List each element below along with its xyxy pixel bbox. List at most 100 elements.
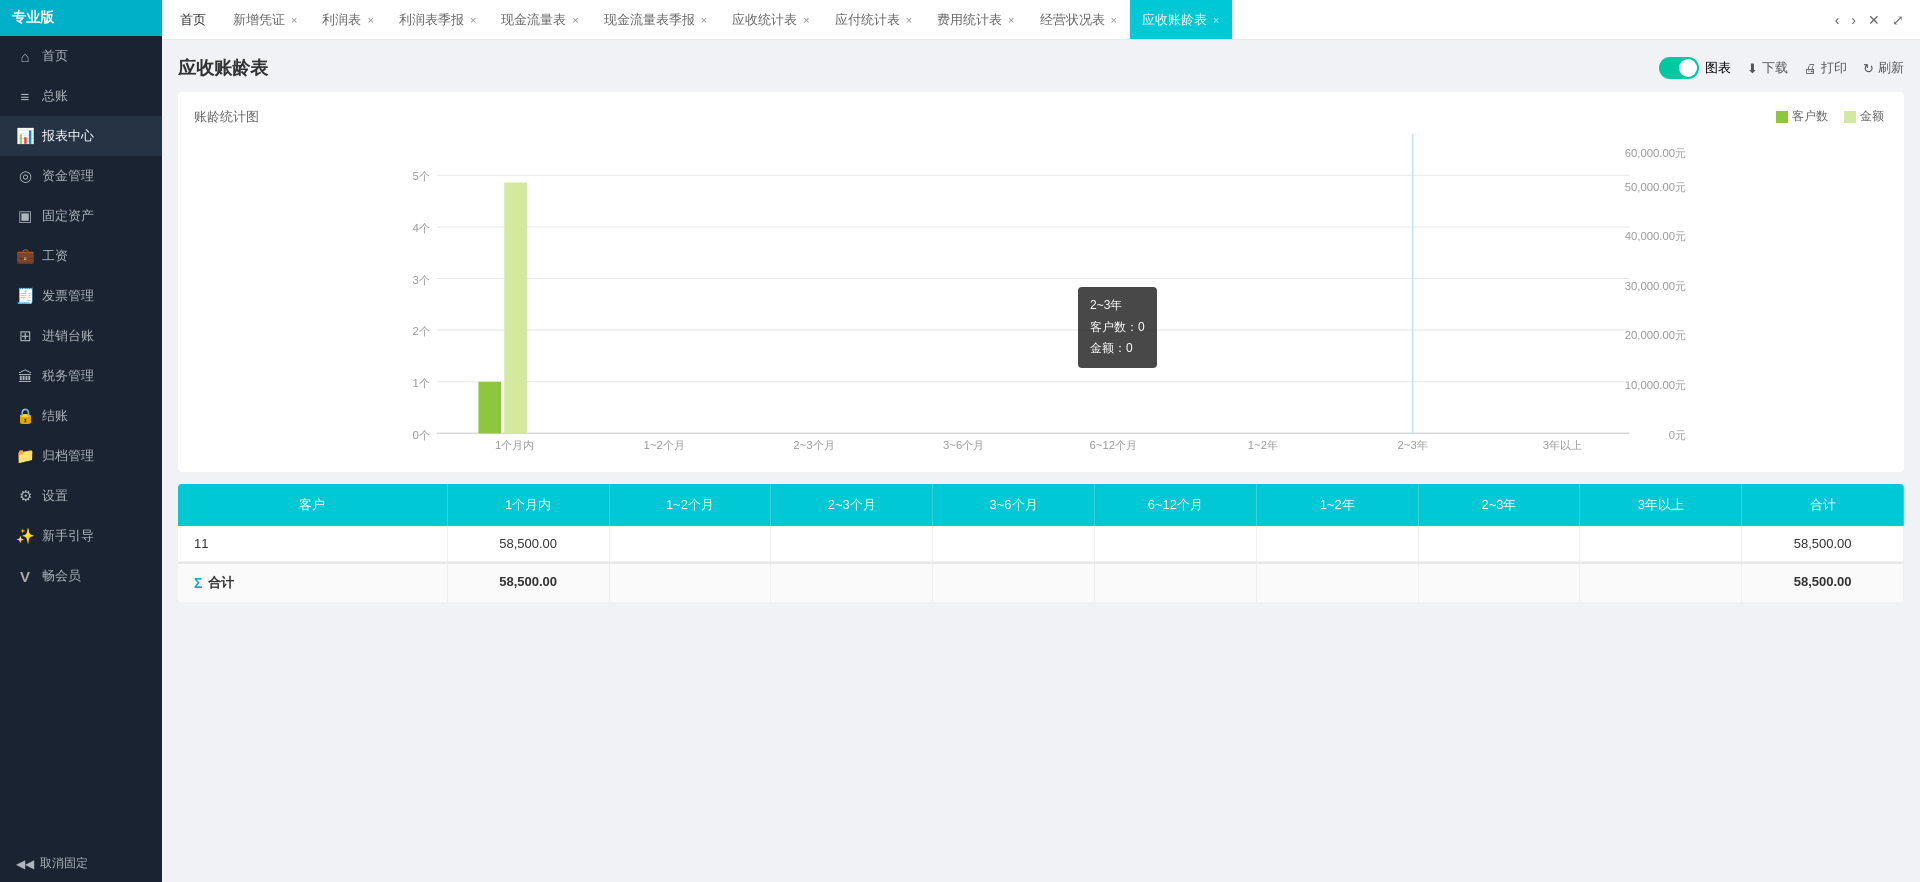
sidebar-item-vip[interactable]: V 畅会员 (0, 556, 162, 596)
svg-text:1个月内: 1个月内 (495, 439, 534, 451)
svg-text:3个: 3个 (413, 274, 430, 286)
tab-close-payable-stats[interactable]: × (906, 14, 912, 26)
tab-close-profit-quarter[interactable]: × (470, 14, 476, 26)
sidebar-item-tax[interactable]: 🏛 税务管理 (0, 356, 162, 396)
chart-svg-container: 0个 1个 2个 3个 4个 5个 0元 10,000.00元 20,000.0… (194, 134, 1888, 454)
chart-toggle[interactable]: 图表 (1659, 57, 1731, 79)
tab-expense-stats[interactable]: 费用统计表 × (925, 0, 1027, 39)
tab-home[interactable]: 首页 (166, 0, 221, 39)
bar-m1-amount (504, 183, 527, 434)
tab-close-cashflow-quarter[interactable]: × (701, 14, 707, 26)
sidebar-item-settings[interactable]: ⚙ 设置 (0, 476, 162, 516)
sidebar-item-inventory[interactable]: ⊞ 进销台账 (0, 316, 162, 356)
download-button[interactable]: ⬇ 下载 (1747, 59, 1788, 77)
th-customer: 客户 (178, 484, 448, 526)
refresh-button[interactable]: ↻ 刷新 (1863, 59, 1904, 77)
guide-icon: ✨ (16, 527, 34, 545)
vip-icon: V (16, 568, 34, 585)
tab-close-expense-stats[interactable]: × (1008, 14, 1014, 26)
sidebar-item-label: 结账 (42, 407, 68, 425)
svg-text:60,000.00元: 60,000.00元 (1625, 147, 1686, 159)
tab-close-cashflow[interactable]: × (572, 14, 578, 26)
tab-next-button[interactable]: › (1847, 10, 1860, 30)
tab-receivable-stats[interactable]: 应收统计表 × (720, 0, 822, 39)
td-total: 58,500.00 (1742, 526, 1904, 561)
sidebar-item-invoice[interactable]: 🧾 发票管理 (0, 276, 162, 316)
table-header: 客户 1个月内 1~2个月 2~3个月 3~6个月 6~12个月 1~2年 2~… (178, 484, 1904, 526)
sidebar-item-label: 发票管理 (42, 287, 94, 305)
tab-cashflow-quarter[interactable]: 现金流量表季报 × (592, 0, 720, 39)
sidebar-item-label: 总账 (42, 87, 68, 105)
sidebar-item-ledger[interactable]: ≡ 总账 (0, 76, 162, 116)
th-m6-12: 6~12个月 (1095, 484, 1257, 526)
sidebar-unpin-button[interactable]: ◀◀ 取消固定 (0, 845, 162, 882)
td-y2-3 (1419, 526, 1581, 561)
main-content: 首页 新增凭证 × 利润表 × 利润表季报 × 现金流量表 × 现金流量表季报 … (162, 0, 1920, 882)
tab-expand-button[interactable]: ⤢ (1888, 10, 1908, 30)
chart-legend: 客户数 金额 (1776, 108, 1884, 125)
sidebar-item-closing[interactable]: 🔒 结账 (0, 396, 162, 436)
svg-text:50,000.00元: 50,000.00元 (1625, 181, 1686, 193)
tab-close-profit[interactable]: × (367, 14, 373, 26)
sidebar-item-label: 资金管理 (42, 167, 94, 185)
svg-text:1~2年: 1~2年 (1248, 439, 1278, 451)
td-y3plus (1580, 526, 1742, 561)
chart-area: 账龄统计图 客户数 金额 0个 1个 2个 3个 (178, 92, 1904, 472)
td-footer-total: 58,500.00 (1742, 564, 1904, 602)
svg-text:2个: 2个 (413, 325, 430, 337)
print-button[interactable]: 🖨 打印 (1804, 59, 1847, 77)
tab-nav-buttons: ‹ › ✕ ⤢ (1831, 10, 1916, 30)
tab-payable-stats[interactable]: 应付统计表 × (823, 0, 925, 39)
sidebar-item-archive[interactable]: 📁 归档管理 (0, 436, 162, 476)
table-footer: Σ 合计 58,500.00 58,500.00 (178, 562, 1904, 602)
svg-text:4个: 4个 (413, 222, 430, 234)
td-footer-m6-12 (1095, 564, 1257, 602)
tab-close-all-button[interactable]: ✕ (1864, 10, 1884, 30)
sidebar-item-salary[interactable]: 💼 工资 (0, 236, 162, 276)
tab-profit-quarter[interactable]: 利润表季报 × (387, 0, 489, 39)
tab-profit[interactable]: 利润表 × (310, 0, 386, 39)
toggle-knob[interactable] (1659, 57, 1699, 79)
tab-prev-button[interactable]: ‹ (1831, 10, 1844, 30)
sidebar-item-label: 新手引导 (42, 527, 94, 545)
svg-text:0个: 0个 (413, 429, 430, 441)
svg-text:1个: 1个 (413, 377, 430, 389)
td-m2-3 (771, 526, 933, 561)
sidebar-item-reports[interactable]: 📊 报表中心 (0, 116, 162, 156)
tab-aging[interactable]: 应收账龄表 × (1130, 0, 1232, 39)
sidebar-item-home[interactable]: ⌂ 首页 (0, 36, 162, 76)
svg-text:3年以上: 3年以上 (1543, 439, 1582, 451)
tab-cashflow[interactable]: 现金流量表 × (489, 0, 591, 39)
footer-label: 合计 (208, 574, 234, 592)
sidebar-item-label: 工资 (42, 247, 68, 265)
svg-text:40,000.00元: 40,000.00元 (1625, 230, 1686, 242)
sidebar-item-guide[interactable]: ✨ 新手引导 (0, 516, 162, 556)
chart-svg: 0个 1个 2个 3个 4个 5个 0元 10,000.00元 20,000.0… (194, 134, 1888, 454)
svg-text:1~2个月: 1~2个月 (644, 439, 685, 451)
sidebar-item-label: 设置 (42, 487, 68, 505)
tab-voucher[interactable]: 新增凭证 × (221, 0, 310, 39)
unpin-icon: ◀◀ (16, 857, 34, 871)
home-icon: ⌂ (16, 48, 34, 65)
tab-close-voucher[interactable]: × (291, 14, 297, 26)
td-y1-2 (1257, 526, 1419, 561)
download-label: 下载 (1762, 59, 1788, 77)
tab-bar: 首页 新增凭证 × 利润表 × 利润表季报 × 现金流量表 × 现金流量表季报 … (162, 0, 1920, 40)
tab-close-business-stats[interactable]: × (1111, 14, 1117, 26)
th-y2-3: 2~3年 (1419, 484, 1581, 526)
tab-close-receivable-stats[interactable]: × (803, 14, 809, 26)
legend-customers-label: 客户数 (1792, 108, 1828, 125)
svg-text:0元: 0元 (1669, 429, 1686, 441)
sidebar-item-funds[interactable]: ◎ 资金管理 (0, 156, 162, 196)
data-table: 客户 1个月内 1~2个月 2~3个月 3~6个月 6~12个月 1~2年 2~… (178, 484, 1904, 602)
tab-business-stats[interactable]: 经营状况表 × (1028, 0, 1130, 39)
settings-icon: ⚙ (16, 487, 34, 505)
tab-close-aging[interactable]: × (1213, 14, 1219, 26)
svg-text:20,000.00元: 20,000.00元 (1625, 329, 1686, 341)
legend-amount: 金额 (1844, 108, 1884, 125)
sidebar-item-assets[interactable]: ▣ 固定资产 (0, 196, 162, 236)
td-footer-m1: 58,500.00 (448, 564, 610, 602)
page-content: 应收账龄表 图表 ⬇ 下载 🖨 打印 ↻ 刷新 (162, 40, 1920, 882)
th-m1: 1个月内 (448, 484, 610, 526)
td-m3-6 (933, 526, 1095, 561)
